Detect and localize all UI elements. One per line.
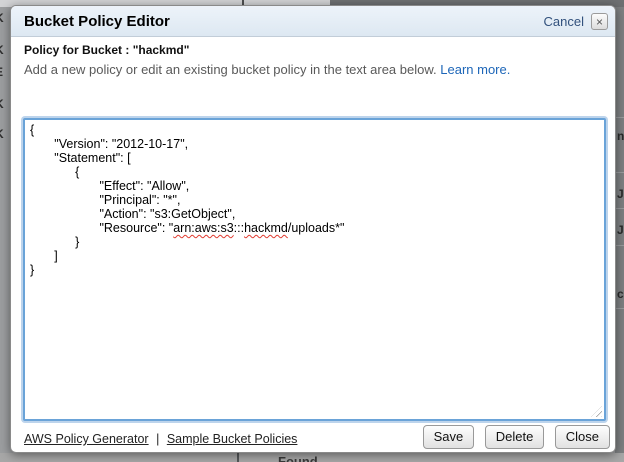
policy-text: { "Version": "2012-10-17", "Statement": …: [25, 120, 604, 280]
backdrop-row-line: [615, 308, 624, 309]
dialog-title: Bucket Policy Editor: [24, 6, 170, 37]
cancel-link[interactable]: Cancel: [544, 14, 584, 29]
close-icon[interactable]: ×: [591, 13, 608, 30]
backdrop-text-fragment: J: [617, 187, 624, 201]
backdrop-right-strip: n J J c: [615, 7, 624, 453]
delete-button[interactable]: Delete: [485, 425, 545, 449]
backdrop-bottom-strip: Found: [0, 453, 624, 462]
backdrop-text-fragment: n: [617, 129, 624, 143]
policy-textarea[interactable]: { "Version": "2012-10-17", "Statement": …: [23, 118, 606, 421]
policy-for-bucket-label: Policy for Bucket : "hackmd": [24, 43, 189, 57]
backdrop-text-fragment: c: [617, 287, 624, 301]
backdrop-row-line: [615, 208, 624, 209]
backdrop-row-line: [615, 172, 624, 173]
backdrop-divider-line: [237, 453, 239, 462]
backdrop-row-line: [615, 117, 624, 118]
screen: K K E K K n J J c Found Bucket Policy Ed…: [0, 0, 624, 462]
footer-buttons: Save Delete Close: [417, 425, 610, 449]
learn-more-link[interactable]: Learn more.: [440, 62, 510, 77]
footer-links: AWS Policy Generator | Sample Bucket Pol…: [24, 432, 297, 446]
sample-bucket-policies-link[interactable]: Sample Bucket Policies: [167, 432, 298, 446]
backdrop-text-fragment: Found: [278, 454, 318, 462]
backdrop-text-fragment: K: [0, 97, 4, 111]
dialog-titlebar: Bucket Policy Editor Cancel ×: [11, 6, 615, 37]
save-button[interactable]: Save: [423, 425, 475, 449]
close-button[interactable]: Close: [555, 425, 610, 449]
bucket-policy-editor-dialog: Bucket Policy Editor Cancel × Policy for…: [10, 5, 616, 453]
link-separator: |: [156, 432, 159, 446]
backdrop-text-fragment: K: [0, 11, 4, 25]
backdrop-row-line: [615, 245, 624, 246]
backdrop-text-fragment: E: [0, 65, 3, 79]
backdrop-text-fragment: K: [0, 127, 4, 141]
description-text: Add a new policy or edit an existing buc…: [24, 62, 437, 77]
backdrop-text-fragment: K: [0, 43, 4, 57]
aws-policy-generator-link[interactable]: AWS Policy Generator: [24, 432, 149, 446]
dialog-description: Add a new policy or edit an existing buc…: [24, 62, 510, 77]
backdrop-text-fragment: J: [617, 223, 624, 237]
resize-grip-icon[interactable]: [591, 406, 602, 417]
close-icon-glyph: ×: [596, 15, 603, 29]
